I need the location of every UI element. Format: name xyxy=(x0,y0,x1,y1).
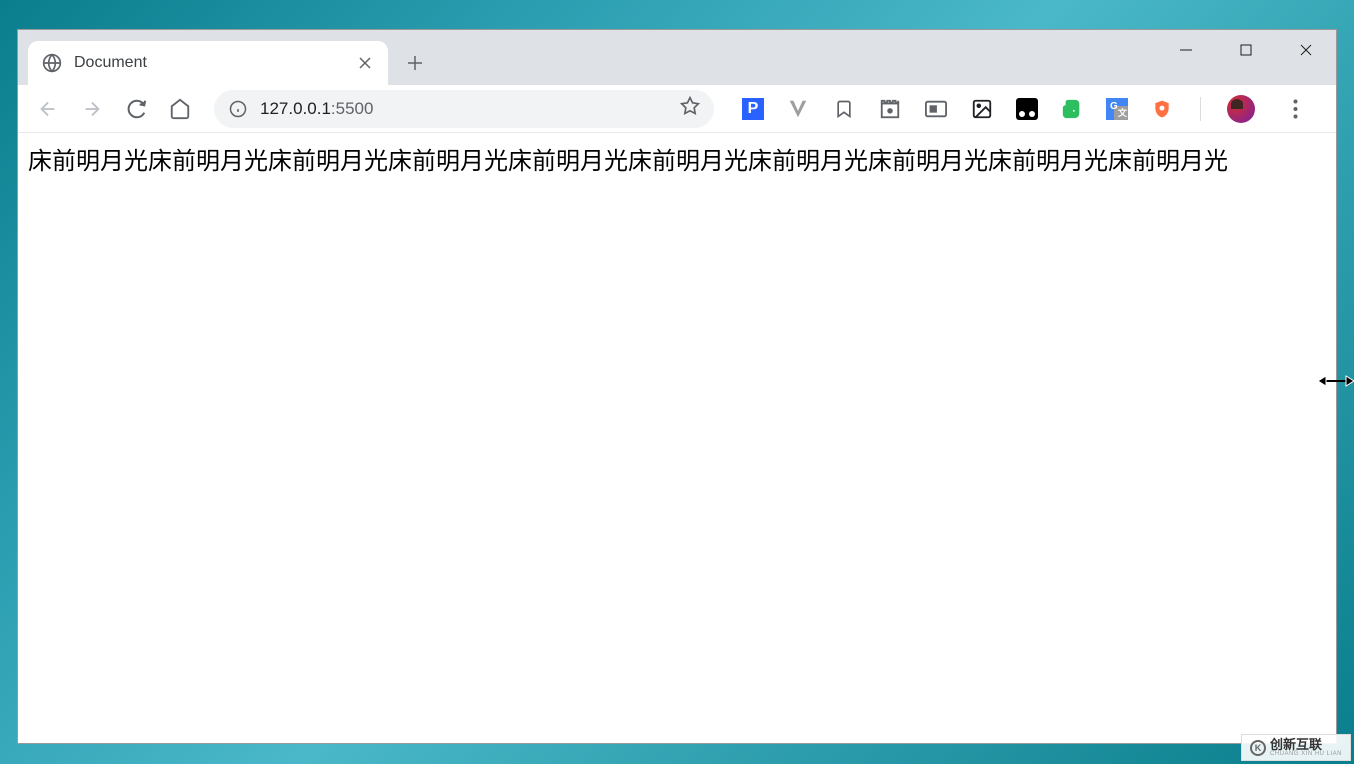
home-button[interactable] xyxy=(162,91,198,127)
extension-dark-icon[interactable] xyxy=(1016,98,1038,120)
watermark: K 创新互联 CHUANG XIN HU LIAN xyxy=(1241,734,1351,761)
body-text: 床前明月光床前明月光床前明月光床前明月光床前明月光床前明月光床前明月光床前明月光… xyxy=(28,145,1326,179)
extension-evernote-icon[interactable] xyxy=(1060,97,1084,121)
page-content: 床前明月光床前明月光床前明月光床前明月光床前明月光床前明月光床前明月光床前明月光… xyxy=(18,133,1336,743)
reload-button[interactable] xyxy=(118,91,154,127)
tab-bar: Document xyxy=(18,30,1336,85)
bookmark-star-icon[interactable] xyxy=(680,96,700,121)
extension-shield-icon[interactable] xyxy=(1150,97,1174,121)
extension-v-icon[interactable] xyxy=(786,97,810,121)
window-controls xyxy=(1156,30,1336,70)
watermark-main-text: 创新互联 xyxy=(1270,738,1342,751)
extension-video-icon[interactable] xyxy=(924,97,948,121)
back-button[interactable] xyxy=(30,91,66,127)
user-avatar[interactable] xyxy=(1227,95,1255,123)
globe-icon xyxy=(42,53,62,73)
extension-bookmark-icon[interactable] xyxy=(832,97,856,121)
extension-castle-icon[interactable] xyxy=(878,97,902,121)
minimize-button[interactable] xyxy=(1156,30,1216,70)
forward-button[interactable] xyxy=(74,91,110,127)
watermark-logo-icon: K xyxy=(1250,740,1266,756)
url-port: :5500 xyxy=(331,99,374,118)
extensions-area: P xyxy=(742,91,1313,127)
toolbar: 127.0.0.1:5500 P xyxy=(18,85,1336,133)
site-info-icon[interactable] xyxy=(228,99,248,119)
svg-text:G: G xyxy=(1110,101,1118,112)
svg-text:文: 文 xyxy=(1117,107,1128,118)
browser-window: Document xyxy=(17,29,1337,744)
extension-separator xyxy=(1200,97,1201,121)
extension-image-icon[interactable] xyxy=(970,97,994,121)
address-bar[interactable]: 127.0.0.1:5500 xyxy=(214,90,714,128)
active-tab[interactable]: Document xyxy=(28,41,388,85)
close-tab-button[interactable] xyxy=(356,54,374,72)
url-text: 127.0.0.1:5500 xyxy=(260,99,668,119)
new-tab-button[interactable] xyxy=(398,46,432,80)
maximize-button[interactable] xyxy=(1216,30,1276,70)
watermark-sub-text: CHUANG XIN HU LIAN xyxy=(1270,751,1342,757)
watermark-text: 创新互联 CHUANG XIN HU LIAN xyxy=(1270,738,1342,757)
tab-title: Document xyxy=(74,54,344,72)
extension-translate-icon[interactable]: G 文 xyxy=(1106,98,1128,120)
browser-menu-button[interactable] xyxy=(1277,91,1313,127)
extension-p-icon[interactable]: P xyxy=(742,98,764,120)
close-window-button[interactable] xyxy=(1276,30,1336,70)
url-host: 127.0.0.1 xyxy=(260,99,331,118)
